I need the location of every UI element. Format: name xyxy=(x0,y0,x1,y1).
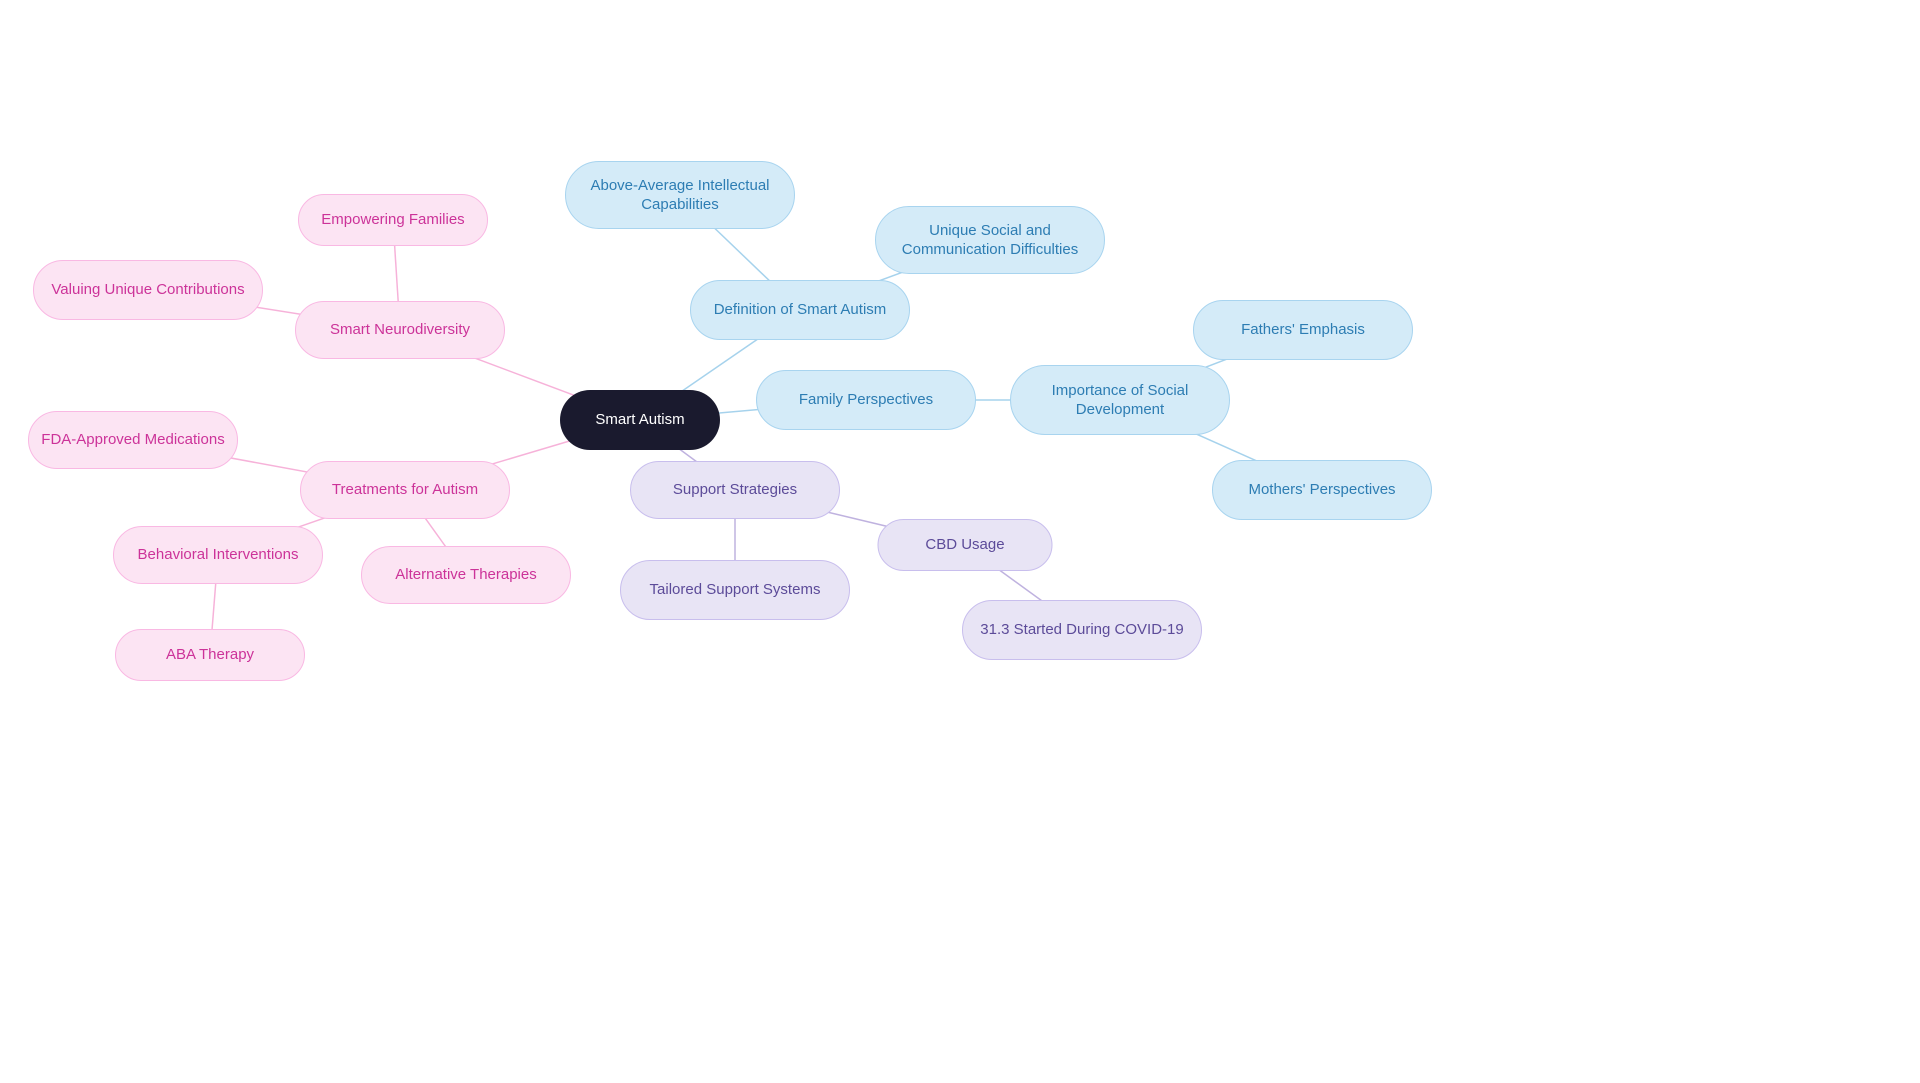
empowering-families-node[interactable]: Empowering Families xyxy=(298,194,488,246)
fathers-node[interactable]: Fathers' Emphasis xyxy=(1193,300,1413,360)
valuing-contributions-label: Valuing Unique Contributions xyxy=(47,280,248,300)
behavioral-label: Behavioral Interventions xyxy=(134,545,303,565)
cbd-label: CBD Usage xyxy=(921,535,1008,555)
alternative-node[interactable]: Alternative Therapies xyxy=(361,546,571,604)
covid-node[interactable]: 31.3 Started During COVID-19 xyxy=(962,600,1202,660)
center-label: Smart Autism xyxy=(591,410,688,430)
aba-node[interactable]: ABA Therapy xyxy=(115,629,305,681)
unique-social-node[interactable]: Unique Social and Communication Difficul… xyxy=(875,206,1105,274)
tailored-node[interactable]: Tailored Support Systems xyxy=(620,560,850,620)
alternative-label: Alternative Therapies xyxy=(391,565,540,585)
definition-label: Definition of Smart Autism xyxy=(710,300,891,320)
importance-social-label: Importance of Social Development xyxy=(1011,381,1229,420)
definition-node[interactable]: Definition of Smart Autism xyxy=(690,280,910,340)
intellectual-node[interactable]: Above-Average Intellectual Capabilities xyxy=(565,161,795,229)
empowering-families-label: Empowering Families xyxy=(317,210,468,230)
support-strategies-node[interactable]: Support Strategies xyxy=(630,461,840,519)
unique-social-label: Unique Social and Communication Difficul… xyxy=(876,221,1104,260)
cbd-node[interactable]: CBD Usage xyxy=(878,519,1053,571)
covid-label: 31.3 Started During COVID-19 xyxy=(976,620,1187,640)
fathers-label: Fathers' Emphasis xyxy=(1237,320,1369,340)
importance-social-node[interactable]: Importance of Social Development xyxy=(1010,365,1230,435)
aba-label: ABA Therapy xyxy=(162,645,258,665)
smart-neurodiversity-node[interactable]: Smart Neurodiversity xyxy=(295,301,505,359)
smart-neurodiversity-label: Smart Neurodiversity xyxy=(326,320,474,340)
treatments-label: Treatments for Autism xyxy=(328,480,482,500)
fda-medications-node[interactable]: FDA-Approved Medications xyxy=(28,411,238,469)
treatments-node[interactable]: Treatments for Autism xyxy=(300,461,510,519)
tailored-label: Tailored Support Systems xyxy=(646,580,825,600)
family-perspectives-node[interactable]: Family Perspectives xyxy=(756,370,976,430)
mothers-label: Mothers' Perspectives xyxy=(1244,480,1399,500)
behavioral-node[interactable]: Behavioral Interventions xyxy=(113,526,323,584)
family-perspectives-label: Family Perspectives xyxy=(795,390,937,410)
center-node[interactable]: Smart Autism xyxy=(560,390,720,450)
intellectual-label: Above-Average Intellectual Capabilities xyxy=(566,176,794,215)
valuing-contributions-node[interactable]: Valuing Unique Contributions xyxy=(33,260,263,320)
support-strategies-label: Support Strategies xyxy=(669,480,801,500)
mothers-node[interactable]: Mothers' Perspectives xyxy=(1212,460,1432,520)
fda-medications-label: FDA-Approved Medications xyxy=(37,430,228,450)
